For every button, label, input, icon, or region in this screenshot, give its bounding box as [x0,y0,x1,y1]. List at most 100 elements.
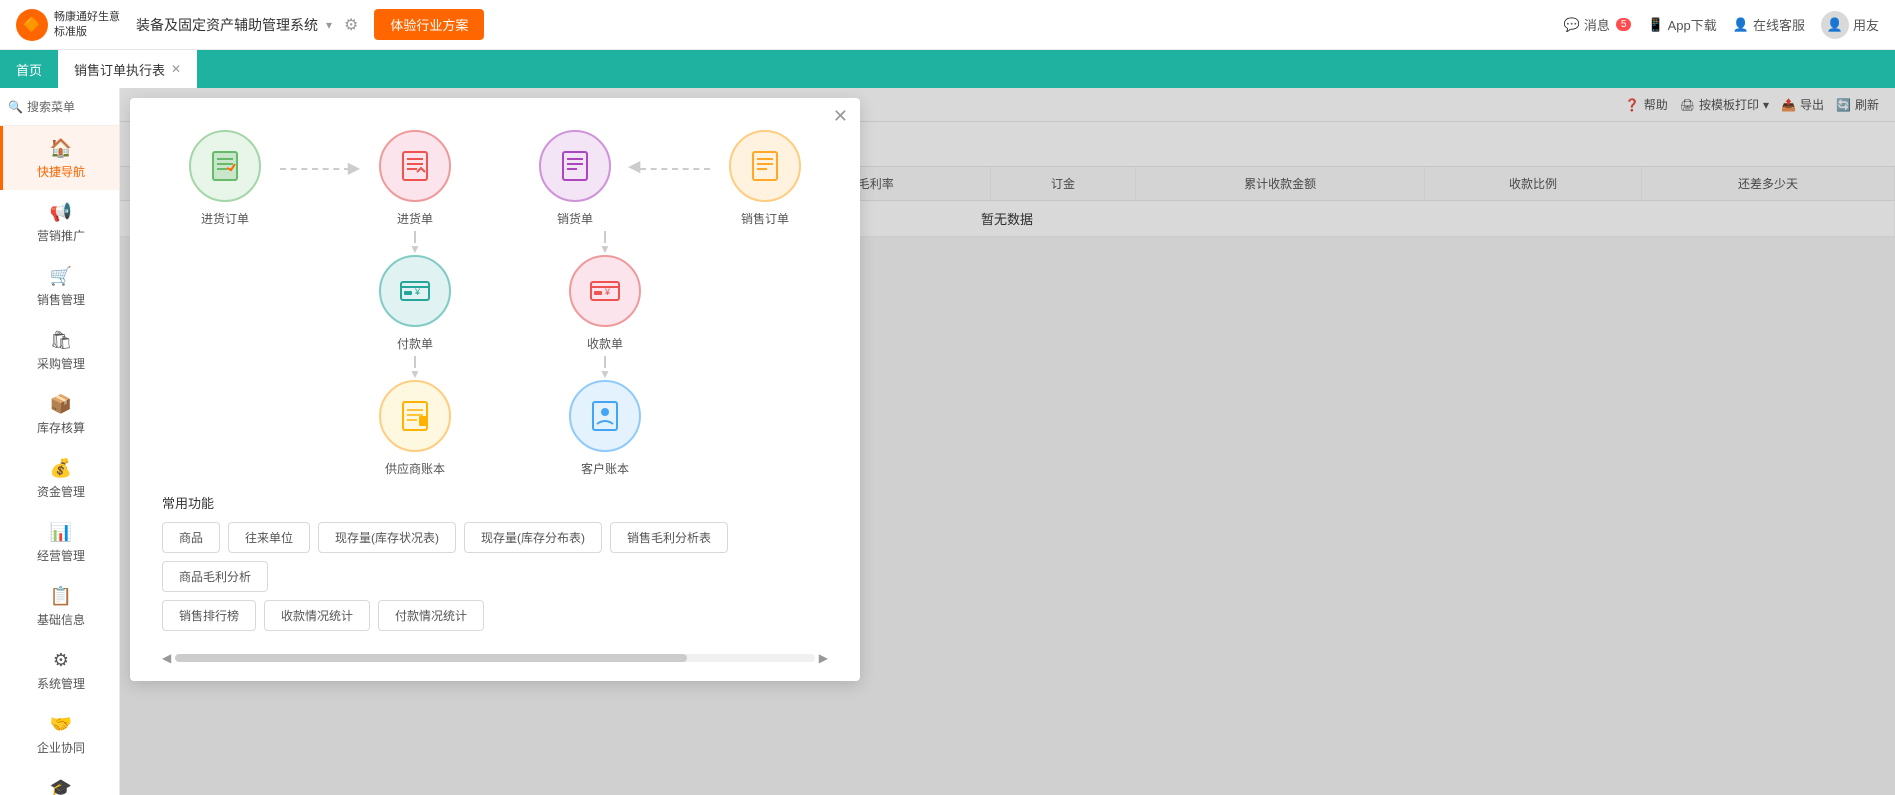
sidebar-item-inventory[interactable]: 📦 库存核算 [0,382,119,446]
flow-row-1: 进货订单 ▶ [170,130,820,227]
func-btn-sales-margin[interactable]: 销售毛利分析表 [610,522,728,553]
top-header: 🔶 畅康通好生意 标准版 装备及固定资产辅助管理系统 ▾ ⚙ 体验行业方案 💬 … [0,0,1895,50]
svg-text:¥: ¥ [604,287,611,297]
sidebar-label-system: 系统管理 [37,675,85,692]
func-btn-payment-stats[interactable]: 付款情况统计 [378,600,484,631]
basic-icon: 📋 [50,586,72,607]
func-btn-product-margin[interactable]: 商品毛利分析 [162,561,268,592]
system-title: 装备及固定资产辅助管理系统 [136,15,318,35]
sidebar-item-management[interactable]: 📊 经营管理 [0,510,119,574]
message-icon: 💬 [1564,17,1580,33]
message-btn[interactable]: 💬 消息 5 [1564,15,1632,34]
node-payment[interactable]: ¥ 付款单 [360,255,470,352]
tab-bar: 首页 销售订单执行表 ✕ [0,50,1895,88]
node-supplier-ledger-col: 供应商账本 [360,380,470,477]
node-customer-ledger[interactable]: 客户账本 [550,380,660,477]
node-sales-col: 销货单 [520,130,630,227]
node-sales[interactable]: 销货单 [520,130,630,227]
sidebar-item-system[interactable]: ⚙ 系统管理 [0,638,119,702]
finance-icon: 💰 [50,458,72,479]
node-receipt-circle: ¥ [569,255,641,327]
app-download-btn[interactable]: 📱 App下载 [1647,15,1716,34]
sidebar-label-purchase: 采购管理 [37,355,85,372]
func-btn-receipt-stats[interactable]: 收款情况统计 [264,600,370,631]
trial-button[interactable]: 体验行业方案 [374,9,484,40]
scroll-right-icon[interactable]: ▶ [819,651,828,665]
purchase-icon: 🛍 [50,330,73,351]
node-customer-ledger-col: 客户账本 [550,380,660,477]
node-inbound-col: 进货单 [360,130,470,227]
sidebar-item-home[interactable]: 🏠 快捷导航 [0,126,119,190]
func-btn-sales-ranking[interactable]: 销售排行榜 [162,600,256,631]
search-icon: 🔍 [8,100,23,114]
sidebar-item-marketing[interactable]: 📢 营销推广 [0,190,119,254]
tab-home-label: 首页 [16,60,42,79]
common-funcs: 常用功能 商品 往来单位 现存量(库存状况表) 现存量(库存分布表) 销售毛利分… [130,493,860,647]
node-supplier-ledger[interactable]: 供应商账本 [360,380,470,477]
sidebar-label-basic: 基础信息 [37,611,85,628]
online-service-btn[interactable]: 👤 在线客服 [1733,15,1805,34]
node-salesorder[interactable]: 销售订单 [710,130,820,227]
node-customer-ledger-label: 客户账本 [581,460,629,477]
arrow-sales-down: ▼ [550,231,660,255]
func-buttons: 商品 往来单位 现存量(库存状况表) 现存量(库存分布表) 销售毛利分析表 商品… [162,522,828,592]
sidebar-label-finance: 资金管理 [37,483,85,500]
flow-row-arrows2: ▼ ▼ [170,356,820,380]
sales-icon: 🛒 [50,266,72,287]
scrollbar-thumb [175,654,687,662]
sidebar-item-purchase[interactable]: 🛍 采购管理 [0,318,119,382]
service-icon: 👤 [1733,17,1749,33]
node-receipt[interactable]: ¥ 收款单 [550,255,660,352]
func-btn-counterpart[interactable]: 往来单位 [228,522,310,553]
tab-sales-order[interactable]: 销售订单执行表 ✕ [58,50,197,88]
sidebar-label-sales: 销售管理 [37,291,85,308]
arrow-right-icon: ▶ [348,158,360,178]
func-btn-product[interactable]: 商品 [162,522,220,553]
tab-sales-label: 销售订单执行表 [74,60,165,79]
func-btn-stock-dist[interactable]: 现存量(库存分布表) [464,522,602,553]
marketing-icon: 📢 [50,202,72,223]
guide-icon: 🎓 [50,778,72,795]
sidebar-item-collab[interactable]: 🤝 企业协同 [0,702,119,766]
sidebar-search[interactable]: 🔍 搜索菜单 [0,88,119,126]
collab-icon: 🤝 [50,714,72,735]
sidebar-label-collab: 企业协同 [37,739,85,756]
node-purchase-order-col: 进货订单 [170,130,280,227]
gear-icon[interactable]: ⚙ [344,15,358,35]
node-purchase-order-circle [189,130,261,202]
sidebar-item-sales[interactable]: 🛒 销售管理 [0,254,119,318]
content-area: ❓ 帮助 🖨 按模板打印 ▾ 📤 导出 🔄 刷新 📅 单据状态 [120,88,1895,795]
svg-text:¥: ¥ [414,287,421,297]
sidebar-item-finance[interactable]: 💰 资金管理 [0,446,119,510]
node-customer-ledger-circle [569,380,641,452]
node-inbound[interactable]: 进货单 [360,130,470,227]
scrollbar-track[interactable] [175,654,815,662]
node-purchase-order-label: 进货订单 [201,210,249,227]
sidebar-search-label: 搜索菜单 [27,98,75,115]
tab-home[interactable]: 首页 [0,50,58,88]
home-icon: 🏠 [50,138,72,159]
scroll-left-icon[interactable]: ◀ [162,651,171,665]
flow-row-2: ¥ 付款单 ¥ 收款单 [170,255,820,352]
node-purchase-order[interactable]: 进货订单 [170,130,280,227]
logo-text-line2: 标准版 [54,25,120,39]
node-receipt-col: ¥ 收款单 [550,255,660,352]
modal-scrollbar: ◀ ▶ [130,647,860,665]
dropdown-icon[interactable]: ▾ [326,18,332,32]
sidebar-item-basic[interactable]: 📋 基础信息 [0,574,119,638]
management-icon: 📊 [50,522,72,543]
node-sales-label: 销货单 [557,210,593,227]
sidebar-label-marketing: 营销推广 [37,227,85,244]
flow-area: 进货订单 ▶ [130,98,860,493]
logo-icon: 🔶 [16,9,48,41]
arrow-payment-down: ▼ [360,356,470,380]
func-btn-stock-status[interactable]: 现存量(库存状况表) [318,522,456,553]
sidebar: 🔍 搜索菜单 🏠 快捷导航 📢 营销推广 🛒 销售管理 🛍 采购管理 📦 库存核… [0,88,120,795]
user-menu[interactable]: 👤 用友 [1821,11,1879,39]
tab-close-icon[interactable]: ✕ [171,62,181,76]
modal-close-icon[interactable]: ✕ [833,106,848,127]
node-payment-label: 付款单 [397,335,433,352]
logo-area: 🔶 畅康通好生意 标准版 [16,9,136,41]
node-payment-col: ¥ 付款单 [360,255,470,352]
sidebar-item-guide[interactable]: 🎓 新手引导 [0,766,119,795]
